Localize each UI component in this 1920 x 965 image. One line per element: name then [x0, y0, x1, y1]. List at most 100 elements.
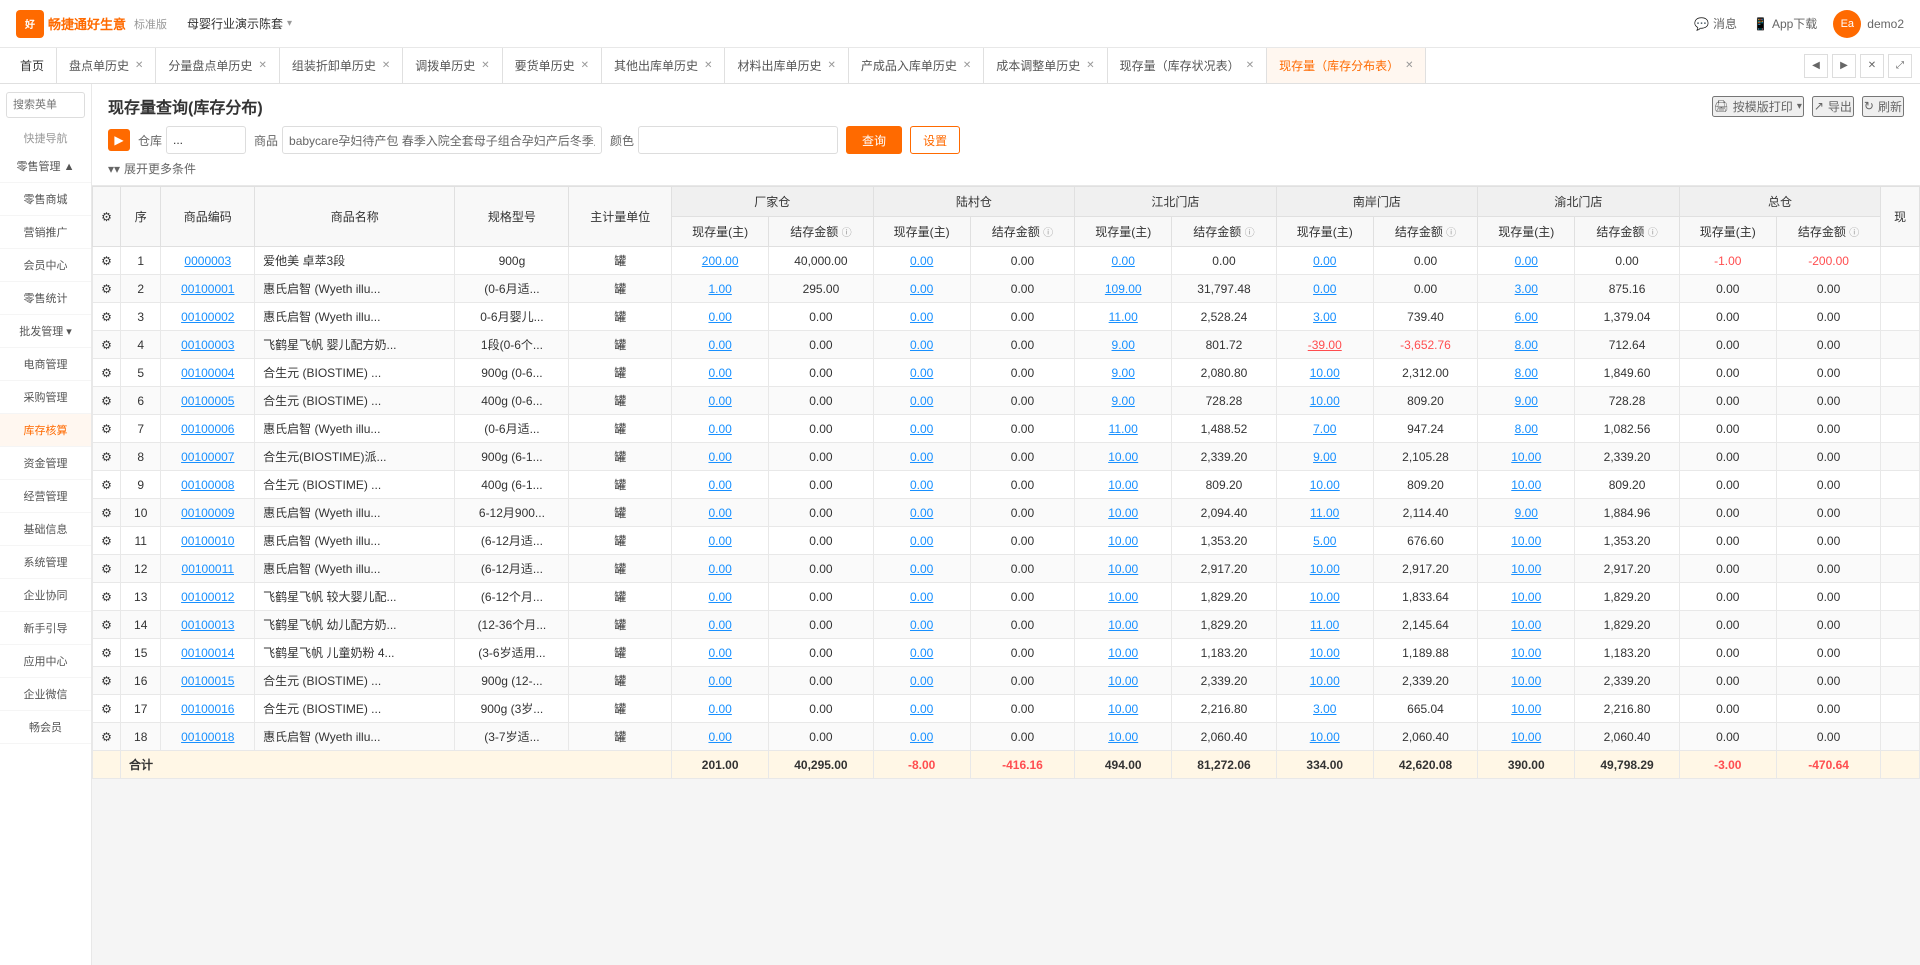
tab-cost-adjust-history[interactable]: 成本调整单历史 ✕ — [984, 48, 1107, 84]
cell-gear[interactable]: ⚙ — [93, 331, 121, 359]
cell-gear[interactable]: ⚙ — [93, 527, 121, 555]
cell-gear[interactable]: ⚙ — [93, 443, 121, 471]
sidebar-item-retail-stats[interactable]: 零售统计 — [0, 282, 91, 315]
sidebar-item-system[interactable]: 系统管理 — [0, 546, 91, 579]
close-assembly-history[interactable]: ✕ — [382, 60, 390, 71]
sidebar-item-inventory[interactable]: 库存核算 — [0, 414, 91, 447]
sidebar-item-enterprise[interactable]: 企业协同 — [0, 579, 91, 612]
cell-gear[interactable]: ⚙ — [93, 415, 121, 443]
sidebar-item-wholesale[interactable]: 批发管理 ▾ — [0, 315, 91, 348]
color-input[interactable] — [638, 126, 838, 154]
sidebar-item-retail-shop[interactable]: 零售商城 — [0, 183, 91, 216]
filter-expand-btn[interactable]: ▶ — [108, 129, 130, 151]
sidebar-item-purchase[interactable]: 采购管理 — [0, 381, 91, 414]
cell-cj-amt: 0.00 — [769, 303, 873, 331]
close-stock-status[interactable]: ✕ — [1246, 60, 1254, 71]
summary-lc-qty: -8.00 — [873, 751, 970, 779]
close-transfer-history[interactable]: ✕ — [481, 60, 489, 71]
company-dropdown-icon[interactable]: ▾ — [287, 18, 292, 29]
page-title: 现存量查询(库存分布) — [108, 94, 263, 118]
cell-gear[interactable]: ⚙ — [93, 275, 121, 303]
sidebar-item-member2[interactable]: 畅会员 — [0, 711, 91, 744]
search-input[interactable] — [6, 92, 85, 118]
refresh-button[interactable]: ↻ 刷新 — [1862, 96, 1904, 117]
warehouse-input[interactable] — [166, 126, 246, 154]
tab-product-in-history[interactable]: 产成品入库单历史 ✕ — [849, 48, 984, 84]
sidebar-item-basics[interactable]: 基础信息 — [0, 513, 91, 546]
close-product-in-history[interactable]: ✕ — [963, 60, 971, 71]
tab-material-out-history[interactable]: 材料出库单历史 ✕ — [725, 48, 848, 84]
close-other-out-history[interactable]: ✕ — [704, 60, 712, 71]
cell-gear[interactable]: ⚙ — [93, 611, 121, 639]
sidebar-item-app-center[interactable]: 应用中心 — [0, 645, 91, 678]
close-category-history[interactable]: ✕ — [258, 60, 266, 71]
close-material-out-history[interactable]: ✕ — [827, 60, 835, 71]
cell-cj-qty: 0.00 — [672, 303, 769, 331]
cell-gear[interactable]: ⚙ — [93, 695, 121, 723]
tab-prev-btn[interactable]: ◀ — [1804, 54, 1828, 78]
cell-gear[interactable]: ⚙ — [93, 499, 121, 527]
retail-shop-label: 零售商城 — [24, 191, 68, 207]
tab-transfer-history[interactable]: 调拨单历史 ✕ — [403, 48, 502, 84]
cell-index: 13 — [121, 583, 161, 611]
th-gear[interactable]: ⚙ — [93, 187, 121, 247]
close-requisition-history[interactable]: ✕ — [581, 60, 589, 71]
cell-code: 00100006 — [161, 415, 255, 443]
tab-stock-status[interactable]: 现存量（库存状况表） ✕ — [1108, 48, 1267, 84]
cell-na-qty: 9.00 — [1276, 443, 1373, 471]
table-row: ⚙ 4 00100003 飞鹤星飞帆 婴儿配方奶... 1段(0-6个... 罐… — [93, 331, 1920, 359]
cell-gear[interactable]: ⚙ — [93, 583, 121, 611]
close-stock-distribution[interactable]: ✕ — [1405, 60, 1413, 71]
cell-zc-amt: 0.00 — [1776, 667, 1880, 695]
company-selector[interactable]: 母婴行业演示陈套 ▾ — [187, 15, 292, 32]
sidebar-item-marketing[interactable]: 营销推广 — [0, 216, 91, 249]
cell-lc-qty: 0.00 — [873, 695, 970, 723]
cell-cj-qty: 0.00 — [672, 639, 769, 667]
cell-gear[interactable]: ⚙ — [93, 471, 121, 499]
cell-gear[interactable]: ⚙ — [93, 667, 121, 695]
print-button[interactable]: 🖨 按模版打印 ▾ — [1712, 96, 1804, 117]
cell-gear[interactable]: ⚙ — [93, 359, 121, 387]
cell-gear[interactable]: ⚙ — [93, 555, 121, 583]
logo-icon: 好 — [16, 10, 44, 38]
sidebar-item-ecommerce[interactable]: 电商管理 — [0, 348, 91, 381]
product-input[interactable] — [282, 126, 602, 154]
tab-requisition-history[interactable]: 要货单历史 ✕ — [503, 48, 602, 84]
tab-home[interactable]: 首页 — [8, 48, 57, 84]
tab-maximize-btn[interactable]: ⤢ — [1888, 54, 1912, 78]
cell-jb-qty: 10.00 — [1075, 555, 1172, 583]
app-download-btn[interactable]: 📱 App下载 — [1753, 15, 1817, 32]
th-na-amt: 结存金额 ⓘ — [1373, 217, 1477, 247]
cell-na-qty: 11.00 — [1276, 611, 1373, 639]
sidebar: 快捷导航 零售管理 ▲ 零售商城 营销推广 会员中心 零售统计 批发管理 ▾ 电… — [0, 84, 92, 965]
cell-yb-amt: 1,379.04 — [1575, 303, 1679, 331]
cell-gear[interactable]: ⚙ — [93, 639, 121, 667]
cell-gear[interactable]: ⚙ — [93, 387, 121, 415]
cell-gear[interactable]: ⚙ — [93, 303, 121, 331]
msg-btn[interactable]: 💬 消息 — [1694, 15, 1737, 32]
close-cost-adjust-history[interactable]: ✕ — [1086, 60, 1094, 71]
tab-category-history[interactable]: 分量盘点单历史 ✕ — [156, 48, 279, 84]
cell-zc-qty: 0.00 — [1679, 415, 1776, 443]
export-button[interactable]: ↗ 导出 — [1812, 96, 1854, 117]
close-inventory-history[interactable]: ✕ — [135, 60, 143, 71]
query-button[interactable]: 查询 — [846, 126, 902, 154]
tab-next-btn[interactable]: ▶ — [1832, 54, 1856, 78]
cell-name: 惠氏启智 (Wyeth illu... — [255, 555, 455, 583]
sidebar-item-member[interactable]: 会员中心 — [0, 249, 91, 282]
tab-inventory-history[interactable]: 盘点单历史 ✕ — [57, 48, 156, 84]
sidebar-item-enterprise-wechat[interactable]: 企业微信 — [0, 678, 91, 711]
cell-gear[interactable]: ⚙ — [93, 247, 121, 275]
sidebar-item-retail-manage[interactable]: 零售管理 ▲ — [0, 150, 91, 183]
settings-button[interactable]: 设置 — [910, 126, 960, 154]
more-filters-button[interactable]: ▾▾ 展开更多条件 — [108, 160, 196, 177]
tab-assembly-history[interactable]: 组装折卸单历史 ✕ — [280, 48, 403, 84]
user-menu[interactable]: Ea demo2 — [1833, 10, 1904, 38]
sidebar-item-operations[interactable]: 经营管理 — [0, 480, 91, 513]
tab-other-out-history[interactable]: 其他出库单历史 ✕ — [602, 48, 725, 84]
sidebar-item-guide[interactable]: 新手引导 — [0, 612, 91, 645]
sidebar-item-finance[interactable]: 资金管理 — [0, 447, 91, 480]
tab-close-all-btn[interactable]: ✕ — [1860, 54, 1884, 78]
cell-gear[interactable]: ⚙ — [93, 723, 121, 751]
tab-stock-distribution[interactable]: 现存量（库存分布表） ✕ — [1267, 48, 1426, 84]
